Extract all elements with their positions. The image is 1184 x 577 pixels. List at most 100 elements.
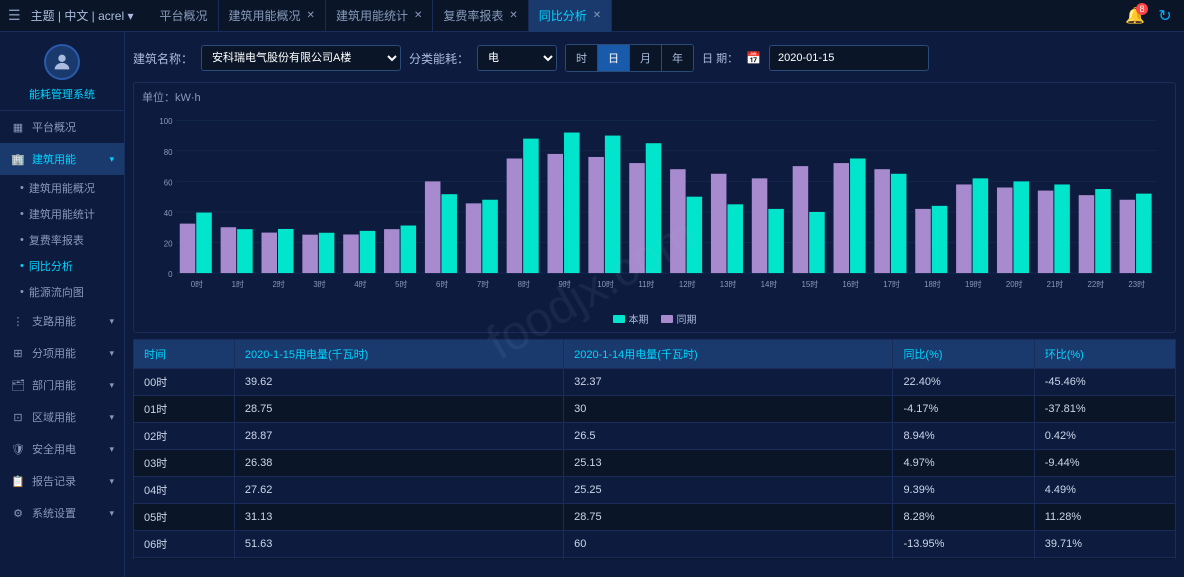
safety-icon: 🛡 (10, 441, 26, 457)
bar-current (1136, 194, 1152, 273)
x-label: 13时 (720, 279, 737, 289)
bar-prev (670, 169, 686, 273)
tab-close-复费率报表[interactable]: ✕ (509, 10, 517, 21)
building-label: 建筑名称： (133, 50, 193, 67)
table-cell: 26.5 (564, 423, 893, 450)
sidebar-item-area[interactable]: ⊡ 区域用能 ▾ (0, 401, 124, 433)
table-cell: -37.81% (1034, 396, 1175, 423)
table-cell: 26.38 (234, 450, 563, 477)
table-cell: 28.87 (234, 423, 563, 450)
table-cell: -7.56% (1034, 558, 1175, 560)
sidebar-item-settings[interactable]: ⚙ 系统设置 ▾ (0, 497, 124, 529)
sidebar-item-building[interactable]: 🏢 建筑用能 ▾ (0, 143, 124, 175)
svg-text:0: 0 (168, 270, 173, 279)
bar-current (523, 139, 539, 273)
table-cell: 11.28% (1034, 504, 1175, 531)
bar-current (809, 212, 825, 273)
x-label: 19时 (965, 279, 982, 289)
bar-prev (466, 203, 482, 273)
bar-prev (343, 234, 359, 273)
building-select[interactable]: 安科瑞电气股份有限公司A楼 (201, 45, 401, 71)
tab-list: 平台概况建筑用能概况✕建筑用能统计✕复费率报表✕同比分析✕ (150, 0, 1124, 32)
table-area: 时间2020-1-15用电量(千瓦时)2020-1-14用电量(千瓦时)同比(%… (133, 339, 1176, 569)
tab-建筑用能概况[interactable]: 建筑用能概况✕ (219, 0, 326, 32)
bar-current (441, 194, 457, 273)
table-cell: 25.25 (564, 477, 893, 504)
division-icon: ⊞ (10, 345, 26, 361)
chevron-safety: ▾ (109, 444, 114, 455)
nav-label-branch: 支路用能 (32, 313, 76, 329)
tab-close-建筑用能统计[interactable]: ✕ (414, 10, 422, 21)
chart-area: 单位：kW·h 0204060801000时1时2时3时4时5时6时7时8时9时… (133, 82, 1176, 333)
bar-current (1054, 184, 1070, 273)
sub-nav-item-compare[interactable]: 同比分析 (10, 253, 124, 279)
nav-label-settings: 系统设置 (32, 505, 76, 521)
table-row: 01时28.7530-4.17%-37.81% (134, 396, 1176, 423)
avatar (44, 44, 80, 80)
sidebar-item-report2[interactable]: 📋 报告记录 ▾ (0, 465, 124, 497)
time-granularity-group: 时 日 月 年 (565, 44, 694, 72)
sidebar-item-division[interactable]: ⊞ 分项用能 ▾ (0, 337, 124, 369)
department-icon: 🗂 (10, 377, 26, 393)
bar-current (605, 136, 621, 273)
data-table: 时间2020-1-15用电量(千瓦时)2020-1-14用电量(千瓦时)同比(%… (133, 339, 1176, 559)
table-cell: 4.49% (1034, 477, 1175, 504)
bar-prev (629, 163, 645, 273)
sidebar-item-branch[interactable]: ⋮ 支路用能 ▾ (0, 305, 124, 337)
user-section: 能耗管理系统 (0, 32, 124, 111)
notification-icon[interactable]: 🔔 8 (1124, 5, 1146, 27)
menu-icon[interactable]: ☰ (8, 7, 21, 24)
tab-close-建筑用能概况[interactable]: ✕ (307, 10, 315, 21)
bar-current (278, 229, 294, 273)
x-label: 0时 (191, 279, 203, 289)
btn-hour[interactable]: 时 (566, 45, 598, 71)
table-header: 时间 (134, 340, 235, 369)
sidebar-item-department[interactable]: 🗂 部门用能 ▾ (0, 369, 124, 401)
sub-nav-item-overview[interactable]: 建筑用能概况 (10, 175, 124, 201)
nav-label-building: 建筑用能 (32, 151, 76, 167)
building-icon: 🏢 (10, 151, 26, 167)
tab-平台概况[interactable]: 平台概况 (150, 0, 219, 32)
table-scroll[interactable]: 时间2020-1-15用电量(千瓦时)2020-1-14用电量(千瓦时)同比(%… (133, 339, 1176, 559)
sub-nav-item-flow[interactable]: 能源流向图 (10, 279, 124, 305)
table-cell: 9.39% (893, 477, 1034, 504)
bar-prev (997, 188, 1013, 274)
sub-nav-item-stats[interactable]: 建筑用能统计 (10, 201, 124, 227)
btn-year[interactable]: 年 (662, 45, 693, 71)
tab-复费率报表[interactable]: 复费率报表✕ (433, 0, 528, 32)
tab-close-同比分析[interactable]: ✕ (593, 10, 601, 21)
sub-nav-item-report[interactable]: 复费率报表 (10, 227, 124, 253)
sidebar-item-safety[interactable]: 🛡 安全用电 ▾ (0, 433, 124, 465)
legend-current-label: 本期 (629, 311, 649, 326)
x-label: 12时 (679, 279, 696, 289)
sidebar: 能耗管理系统 ▦ 平台概况 🏢 建筑用能 ▾建筑用能概况建筑用能统计复费率报表同… (0, 32, 125, 577)
bar-current (768, 209, 784, 273)
table-cell: 45.63 (564, 558, 893, 560)
bar-prev (425, 181, 441, 273)
tab-同比分析[interactable]: 同比分析✕ (529, 0, 612, 32)
date-icon: 📅 (746, 51, 761, 65)
table-cell: 8.28% (893, 504, 1034, 531)
btn-month[interactable]: 月 (630, 45, 662, 71)
btn-day[interactable]: 日 (598, 45, 630, 71)
table-cell: 03时 (134, 450, 235, 477)
x-label: 20时 (1006, 279, 1023, 289)
chart-svg: 0204060801000时1时2时3时4时5时6时7时8时9时10时11时12… (142, 109, 1167, 309)
bar-prev (834, 163, 850, 273)
x-label: 16时 (842, 279, 859, 289)
category-select[interactable]: 电 (477, 45, 557, 71)
bar-prev (1120, 200, 1136, 273)
bar-prev (915, 209, 931, 273)
x-label: 22时 (1088, 279, 1105, 289)
nav-label-platform: 平台概况 (32, 119, 76, 135)
tab-建筑用能统计[interactable]: 建筑用能统计✕ (326, 0, 433, 32)
main-layout: 能耗管理系统 ▦ 平台概况 🏢 建筑用能 ▾建筑用能概况建筑用能统计复费率报表同… (0, 32, 1184, 577)
refresh-icon[interactable]: ↻ (1154, 5, 1176, 27)
chevron-branch: ▾ (109, 316, 114, 327)
table-header: 环比(%) (1034, 340, 1175, 369)
sidebar-item-platform[interactable]: ▦ 平台概况 (0, 111, 124, 143)
table-cell: 0.42% (1034, 423, 1175, 450)
table-cell: 22.40% (893, 369, 1034, 396)
table-cell: 31.13 (234, 504, 563, 531)
date-input[interactable]: 2020-01-15 (769, 45, 929, 71)
